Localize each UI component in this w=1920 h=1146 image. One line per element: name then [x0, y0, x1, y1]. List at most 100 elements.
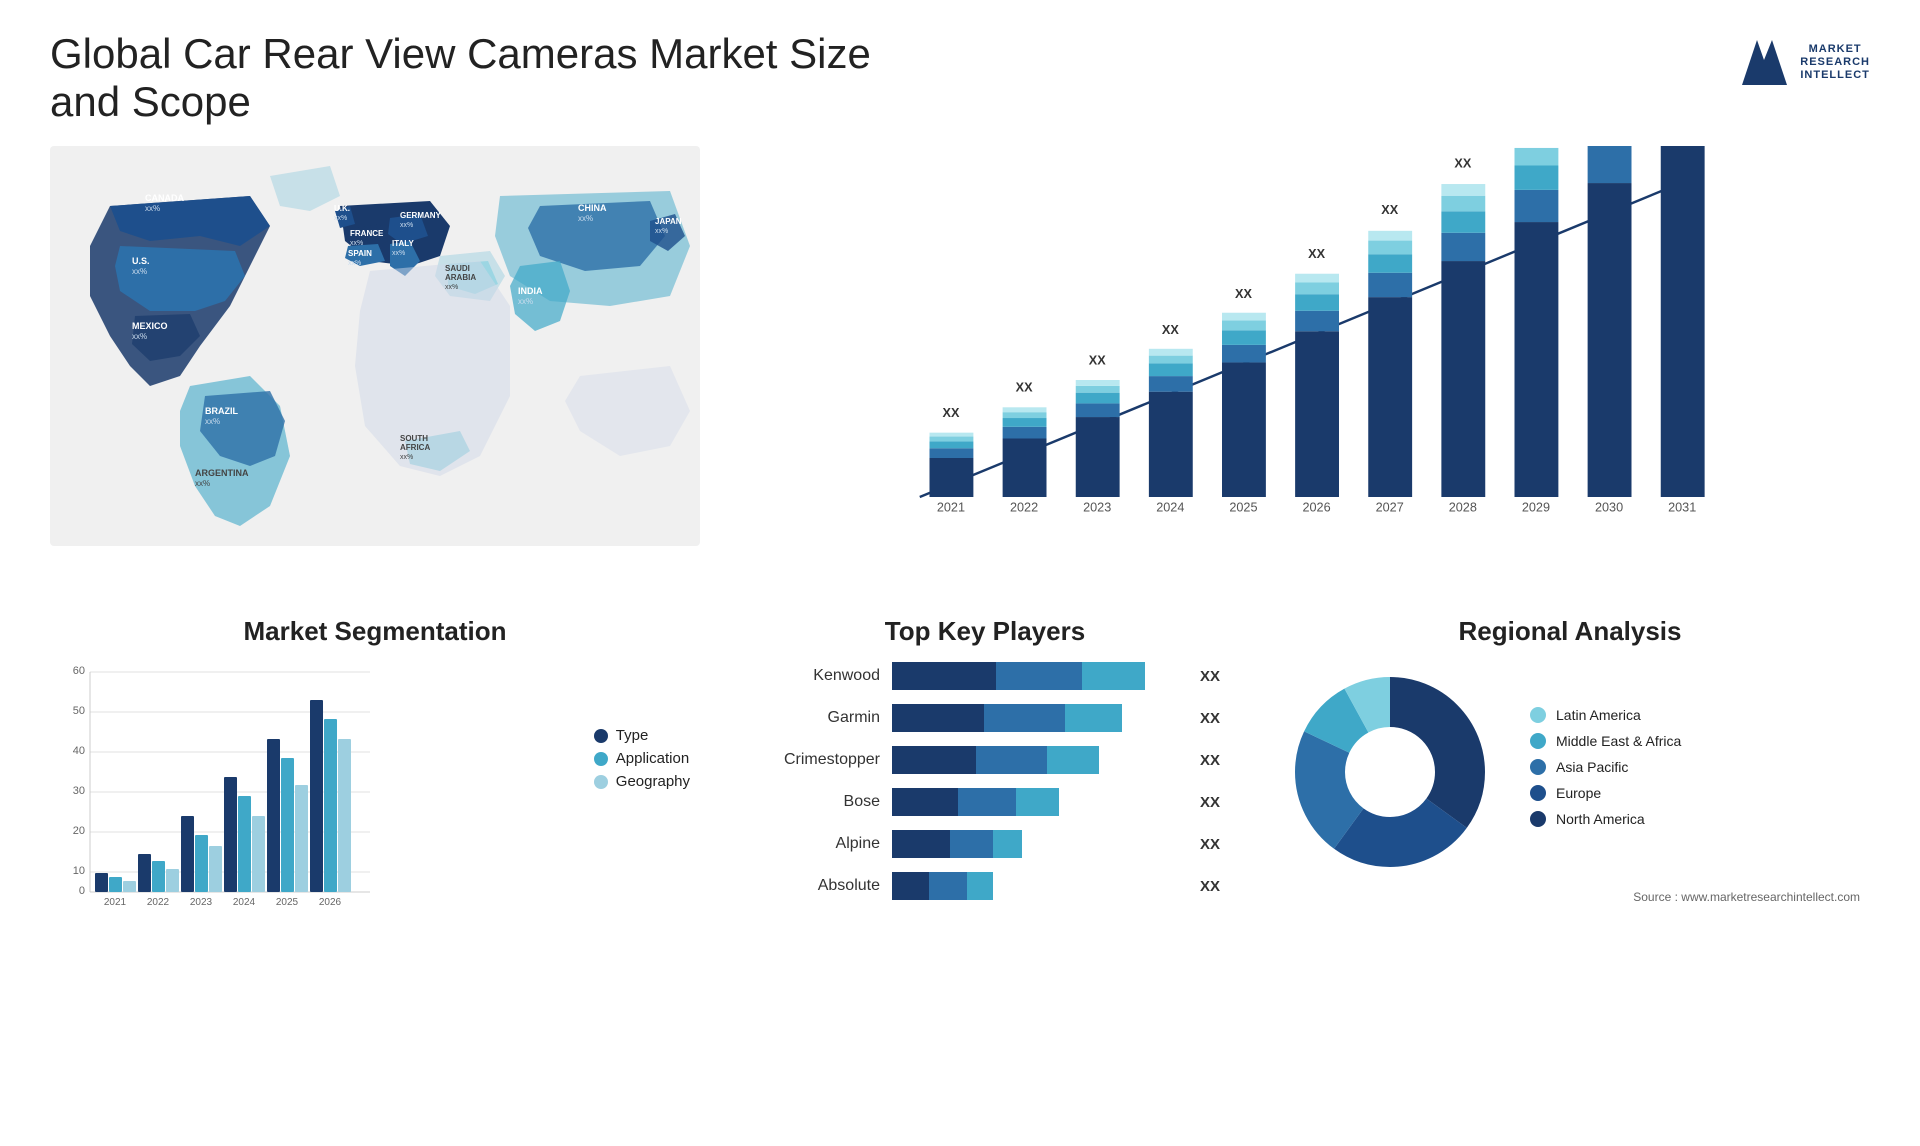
- svg-text:XX: XX: [1089, 353, 1106, 367]
- donut-container: Latin America Middle East & Africa Asia …: [1280, 662, 1860, 882]
- regional-title: Regional Analysis: [1280, 616, 1860, 647]
- bar-seg3: [1065, 704, 1123, 732]
- svg-text:U.S.: U.S.: [132, 256, 150, 266]
- svg-text:40: 40: [73, 745, 85, 757]
- svg-text:30: 30: [73, 785, 85, 797]
- me-africa-label: Middle East & Africa: [1556, 733, 1681, 749]
- svg-text:2024: 2024: [233, 897, 256, 908]
- regional-legend: Latin America Middle East & Africa Asia …: [1530, 707, 1860, 837]
- svg-text:xx%: xx%: [445, 284, 458, 291]
- svg-text:xx%: xx%: [578, 214, 593, 223]
- asia-pacific-label: Asia Pacific: [1556, 759, 1628, 775]
- svg-text:xx%: xx%: [132, 267, 147, 276]
- svg-text:xx%: xx%: [655, 228, 668, 235]
- svg-text:ARGENTINA: ARGENTINA: [195, 468, 249, 478]
- svg-text:INDIA: INDIA: [518, 286, 543, 296]
- type-dot: [594, 729, 608, 743]
- svg-text:U.K.: U.K.: [334, 204, 350, 213]
- svg-text:2022: 2022: [1010, 501, 1038, 515]
- svg-text:xx%: xx%: [195, 479, 210, 488]
- svg-text:XX: XX: [943, 406, 960, 420]
- player-row-crimestopper: Crimestopper XX: [750, 746, 1220, 774]
- svg-text:2024: 2024: [1156, 501, 1184, 515]
- seg-legend-app: Application: [594, 750, 690, 767]
- seg-chart-svg: 60 50 40 30 20 10 0: [60, 662, 380, 912]
- svg-text:FRANCE: FRANCE: [350, 229, 384, 238]
- legend-europe: Europe: [1530, 785, 1860, 801]
- svg-text:ARABIA: ARABIA: [445, 273, 476, 282]
- svg-text:2028: 2028: [1449, 501, 1477, 515]
- svg-text:xx%: xx%: [518, 297, 533, 306]
- svg-text:50: 50: [73, 705, 85, 717]
- svg-text:xx%: xx%: [145, 204, 160, 213]
- svg-text:xx%: xx%: [400, 454, 413, 461]
- legend-north-america: North America: [1530, 811, 1860, 827]
- player-bar-crimestopper: [892, 746, 1180, 774]
- bar-seg1: [892, 746, 976, 774]
- player-name-crimestopper: Crimestopper: [750, 751, 880, 769]
- segmentation-title: Market Segmentation: [60, 616, 690, 647]
- page-header: Global Car Rear View Cameras Market Size…: [50, 30, 1870, 126]
- svg-text:MEXICO: MEXICO: [132, 321, 168, 331]
- svg-text:ITALY: ITALY: [392, 239, 414, 248]
- app-label: Application: [616, 750, 689, 767]
- latin-america-dot: [1530, 707, 1546, 723]
- player-name-absolute: Absolute: [750, 877, 880, 895]
- player-row-absolute: Absolute XX: [750, 872, 1220, 900]
- svg-text:2026: 2026: [319, 897, 342, 908]
- logo-text: MARKET RESEARCH INTELLECT: [1800, 43, 1870, 83]
- svg-text:JAPAN: JAPAN: [655, 217, 682, 226]
- svg-text:CHINA: CHINA: [578, 203, 607, 213]
- svg-text:xx%: xx%: [348, 260, 361, 267]
- svg-text:2025: 2025: [1229, 501, 1257, 515]
- player-name-bose: Bose: [750, 793, 880, 811]
- segmentation-section: Market Segmentation 60 50 40 30 20 10 0: [50, 616, 700, 917]
- players-section: Top Key Players Kenwood XX Garmin XX Cri…: [730, 616, 1240, 917]
- seg-legend-type: Type: [594, 727, 690, 744]
- player-row-garmin: Garmin XX: [750, 704, 1220, 732]
- forecast-chart-section: XX 2021 XX 2022: [730, 146, 1870, 576]
- source-text: Source : www.marketresearchintellect.com: [1280, 890, 1860, 904]
- bar-seg1: [892, 788, 958, 816]
- player-value-kenwood: XX: [1200, 668, 1220, 685]
- bar-seg3: [1047, 746, 1099, 774]
- regional-section: Regional Analysis: [1270, 616, 1870, 917]
- svg-text:2030: 2030: [1595, 501, 1623, 515]
- player-row-alpine: Alpine XX: [750, 830, 1220, 858]
- svg-text:AFRICA: AFRICA: [400, 443, 430, 452]
- world-map-section: CANADA xx% U.S. xx% MEXICO xx% BRAZIL xx…: [50, 146, 700, 576]
- player-value-bose: XX: [1200, 794, 1220, 811]
- players-title: Top Key Players: [750, 616, 1220, 647]
- player-value-absolute: XX: [1200, 878, 1220, 895]
- bar-seg2: [958, 788, 1016, 816]
- app-dot: [594, 752, 608, 766]
- bar-seg2: [950, 830, 993, 858]
- player-name-garmin: Garmin: [750, 709, 880, 727]
- svg-text:CANADA: CANADA: [145, 193, 184, 203]
- svg-text:XX: XX: [1016, 381, 1033, 395]
- svg-text:2023: 2023: [190, 897, 213, 908]
- svg-text:SAUDI: SAUDI: [445, 264, 470, 273]
- bar-seg2: [984, 704, 1065, 732]
- svg-text:2021: 2021: [937, 501, 965, 515]
- legend-asia-pacific: Asia Pacific: [1530, 759, 1860, 775]
- svg-text:xx%: xx%: [205, 417, 220, 426]
- bar-seg2: [976, 746, 1048, 774]
- svg-text:XX: XX: [1454, 156, 1471, 170]
- svg-text:XX: XX: [1308, 247, 1325, 261]
- bar-seg3: [993, 830, 1022, 858]
- geo-dot: [594, 775, 608, 789]
- player-bar-kenwood: [892, 662, 1180, 690]
- bar-seg1: [892, 872, 929, 900]
- player-bar-absolute: [892, 872, 1180, 900]
- europe-label: Europe: [1556, 785, 1601, 801]
- seg-legend-geo: Geography: [594, 773, 690, 790]
- bar-seg2: [996, 662, 1082, 690]
- player-name-kenwood: Kenwood: [750, 667, 880, 685]
- player-bar-alpine: [892, 830, 1180, 858]
- geo-label: Geography: [616, 773, 690, 790]
- svg-text:2031: 2031: [1668, 501, 1696, 515]
- bar-seg1: [892, 830, 950, 858]
- bar-seg1: [892, 704, 984, 732]
- svg-text:2026: 2026: [1302, 501, 1330, 515]
